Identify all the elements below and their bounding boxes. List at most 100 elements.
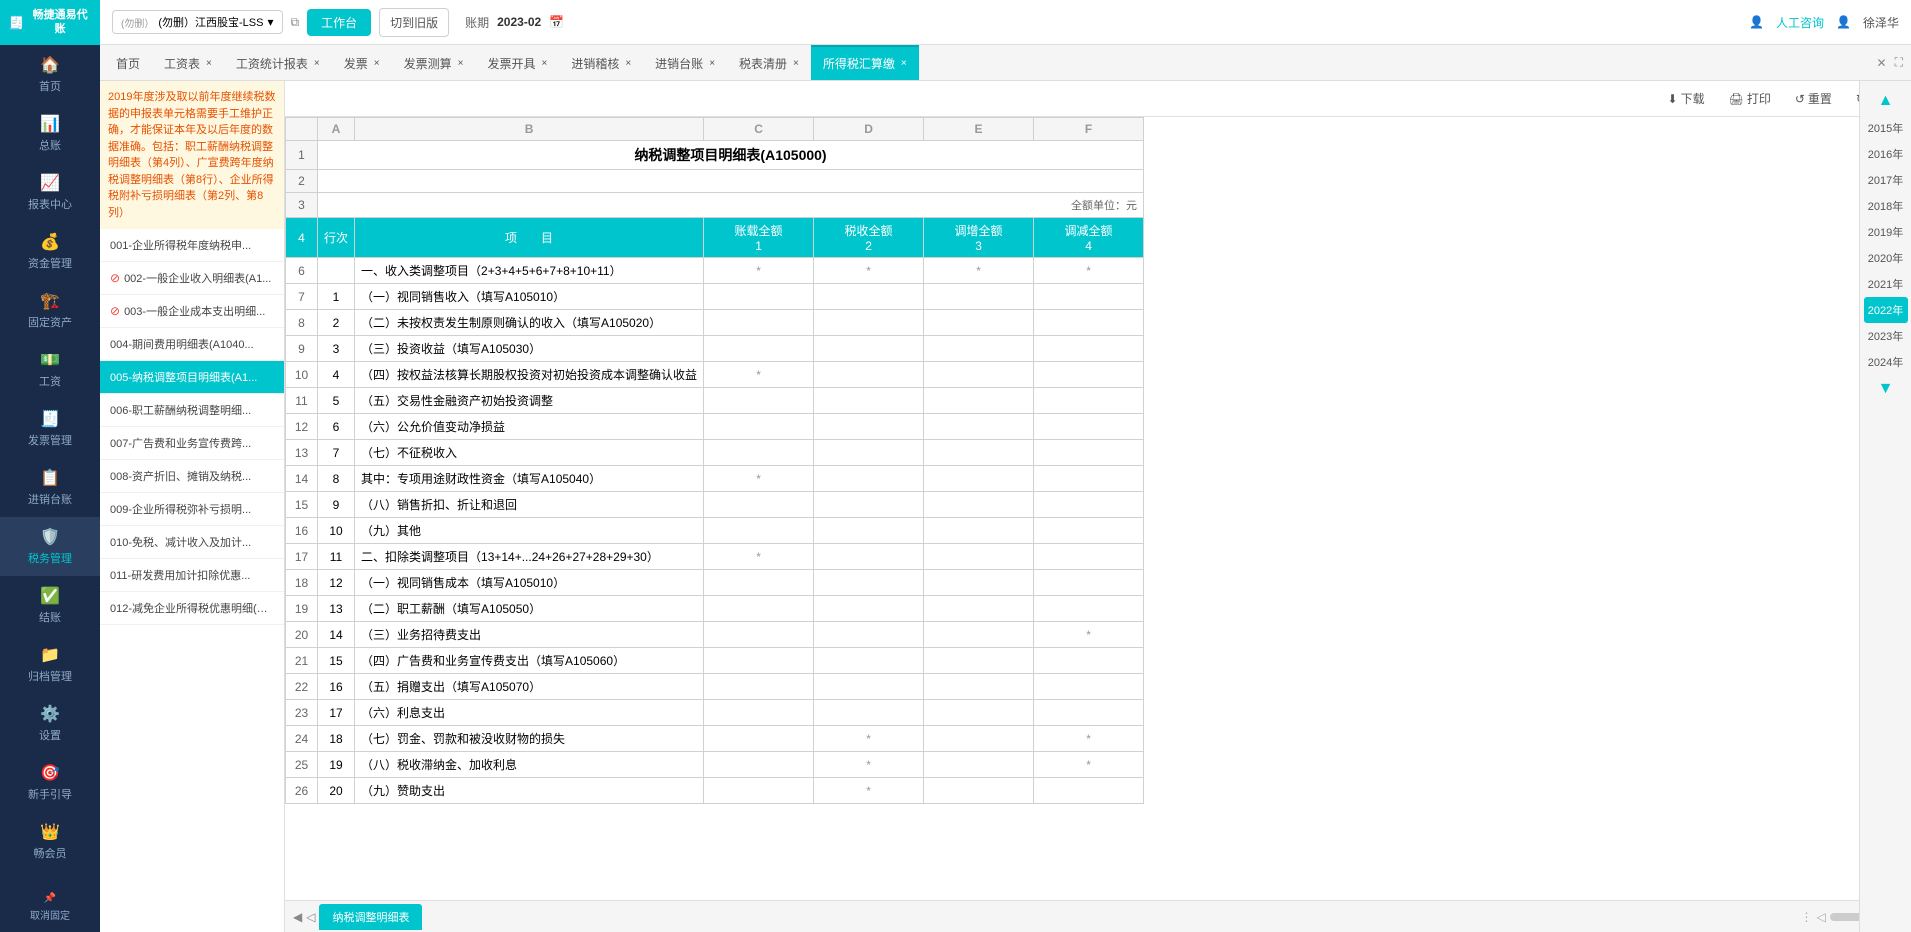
copy-icon[interactable]: ⧉ <box>291 15 300 30</box>
calendar-icon[interactable]: 📅 <box>549 15 564 29</box>
year-btn-2016年[interactable]: 2016年 <box>1864 141 1908 167</box>
c2-cell[interactable]: * <box>814 258 924 284</box>
c4-cell[interactable] <box>1034 388 1144 414</box>
tab-close[interactable]: × <box>709 58 715 69</box>
item-cell[interactable]: （八）销售折扣、折让和退回 <box>355 492 704 518</box>
form-item-001[interactable]: 001-企业所得税年度纳税申... <box>100 229 284 262</box>
form-item-003[interactable]: ⊘003-一般企业成本支出明细... <box>100 295 284 328</box>
c2-cell[interactable] <box>814 544 924 570</box>
item-cell[interactable]: （九）赞助支出 <box>355 778 704 804</box>
item-cell[interactable]: （一）视同销售收入（填写A105010） <box>355 284 704 310</box>
c3-cell[interactable] <box>924 570 1034 596</box>
expand-icon[interactable]: ⛶ <box>1895 55 1903 70</box>
form-item-010[interactable]: 010-免税、减计收入及加计... <box>100 526 284 559</box>
c1-cell[interactable]: * <box>704 466 814 492</box>
close-all-icon[interactable]: ✕ <box>1877 56 1887 70</box>
sidebar-item-发票管理[interactable]: 🧾发票管理 <box>0 399 100 458</box>
tab-close[interactable]: × <box>901 58 907 69</box>
c2-cell[interactable] <box>814 700 924 726</box>
sheet-tab-active[interactable]: 纳税调整明细表 <box>319 904 422 930</box>
sidebar-item-首页[interactable]: 🏠首页 <box>0 45 100 104</box>
tab-进销稽核[interactable]: 进销稽核× <box>559 45 643 80</box>
c3-cell[interactable]: * <box>924 258 1034 284</box>
c2-cell[interactable] <box>814 388 924 414</box>
year-btn-2017年[interactable]: 2017年 <box>1864 167 1908 193</box>
c2-cell[interactable] <box>814 284 924 310</box>
c2-cell[interactable]: * <box>814 726 924 752</box>
print-button[interactable]: 🖨 打印 <box>1723 87 1777 110</box>
c3-cell[interactable] <box>924 622 1034 648</box>
sidebar-item-进销台账[interactable]: 📋进销台账 <box>0 458 100 517</box>
sheet-nav-left2[interactable]: ◁ <box>306 910 315 924</box>
sidebar-item-总账[interactable]: 📊总账 <box>0 104 100 163</box>
form-item-002[interactable]: ⊘002-一般企业收入明细表(A1... <box>100 262 284 295</box>
download-button[interactable]: ⬇ 下载 <box>1662 87 1711 110</box>
sidebar-item-畅会员[interactable]: 👑畅会员 <box>0 812 100 871</box>
c2-cell[interactable] <box>814 518 924 544</box>
sidebar-item-报表中心[interactable]: 📈报表中心 <box>0 163 100 222</box>
c2-cell[interactable] <box>814 336 924 362</box>
c1-cell[interactable] <box>704 648 814 674</box>
c3-cell[interactable] <box>924 778 1034 804</box>
year-btn-2019年[interactable]: 2019年 <box>1864 219 1908 245</box>
c2-cell[interactable] <box>814 596 924 622</box>
c2-cell[interactable] <box>814 440 924 466</box>
c3-cell[interactable] <box>924 388 1034 414</box>
c3-cell[interactable] <box>924 674 1034 700</box>
tab-工资表[interactable]: 工资表× <box>152 45 224 80</box>
item-cell[interactable]: （三）业务招待费支出 <box>355 622 704 648</box>
item-cell[interactable]: （一）视同销售成本（填写A105010） <box>355 570 704 596</box>
c3-cell[interactable] <box>924 596 1034 622</box>
c2-cell[interactable]: * <box>814 778 924 804</box>
c4-cell[interactable]: * <box>1034 726 1144 752</box>
year-btn-2021年[interactable]: 2021年 <box>1864 271 1908 297</box>
user-name[interactable]: 徐泽华 <box>1863 14 1899 31</box>
form-item-011[interactable]: 011-研发费用加计扣除优惠... <box>100 559 284 592</box>
scrollbar-left[interactable]: ◁ <box>1817 910 1826 924</box>
item-cell[interactable]: （五）交易性金融资产初始投资调整 <box>355 388 704 414</box>
c1-cell[interactable] <box>704 284 814 310</box>
sidebar-item-固定资产[interactable]: 🏗️固定资产 <box>0 281 100 340</box>
c4-cell[interactable] <box>1034 596 1144 622</box>
item-cell[interactable]: （七）罚金、罚款和被没收财物的损失 <box>355 726 704 752</box>
form-item-009[interactable]: 009-企业所得税弥补亏损明... <box>100 493 284 526</box>
item-cell[interactable]: 其中：专项用途财政性资金（填写A105040） <box>355 466 704 492</box>
form-item-004[interactable]: 004-期间费用明细表(A1040... <box>100 328 284 361</box>
item-cell[interactable]: （三）投资收益（填写A105030） <box>355 336 704 362</box>
sidebar-item-资金管理[interactable]: 💰资金管理 <box>0 222 100 281</box>
sidebar-item-结账[interactable]: ✅结账 <box>0 576 100 635</box>
c3-cell[interactable] <box>924 492 1034 518</box>
sidebar-item-工资[interactable]: 💵工资 <box>0 340 100 399</box>
c4-cell[interactable]: * <box>1034 622 1144 648</box>
c2-cell[interactable] <box>814 648 924 674</box>
c4-cell[interactable] <box>1034 310 1144 336</box>
c2-cell[interactable] <box>814 570 924 596</box>
switch-old-button[interactable]: 切到旧版 <box>379 8 449 37</box>
form-item-005[interactable]: 005-纳税调整项目明细表(A1... <box>100 361 284 394</box>
c4-cell[interactable] <box>1034 492 1144 518</box>
c4-cell[interactable] <box>1034 414 1144 440</box>
c1-cell[interactable]: * <box>704 544 814 570</box>
c3-cell[interactable] <box>924 310 1034 336</box>
c1-cell[interactable] <box>704 388 814 414</box>
year-btn-2015年[interactable]: 2015年 <box>1864 115 1908 141</box>
year-scroll-down[interactable]: ▼ <box>1875 377 1897 401</box>
form-item-008[interactable]: 008-资产折旧、摊销及纳税... <box>100 460 284 493</box>
c4-cell[interactable] <box>1034 648 1144 674</box>
c3-cell[interactable] <box>924 362 1034 388</box>
c1-cell[interactable] <box>704 414 814 440</box>
c3-cell[interactable] <box>924 648 1034 674</box>
c4-cell[interactable] <box>1034 674 1144 700</box>
c2-cell[interactable] <box>814 362 924 388</box>
c4-cell[interactable] <box>1034 440 1144 466</box>
tab-工资统计报表[interactable]: 工资统计报表× <box>224 45 332 80</box>
c1-cell[interactable] <box>704 778 814 804</box>
sheet-nav-left[interactable]: ◀ <box>293 910 302 924</box>
tab-close[interactable]: × <box>793 58 799 69</box>
form-item-007[interactable]: 007-广告费和业务宣传费跨... <box>100 427 284 460</box>
c4-cell[interactable]: * <box>1034 752 1144 778</box>
c1-cell[interactable] <box>704 700 814 726</box>
c4-cell[interactable] <box>1034 466 1144 492</box>
sidebar-item-新手引导[interactable]: 🎯新手引导 <box>0 753 100 812</box>
form-item-006[interactable]: 006-职工薪酬纳税调整明细... <box>100 394 284 427</box>
